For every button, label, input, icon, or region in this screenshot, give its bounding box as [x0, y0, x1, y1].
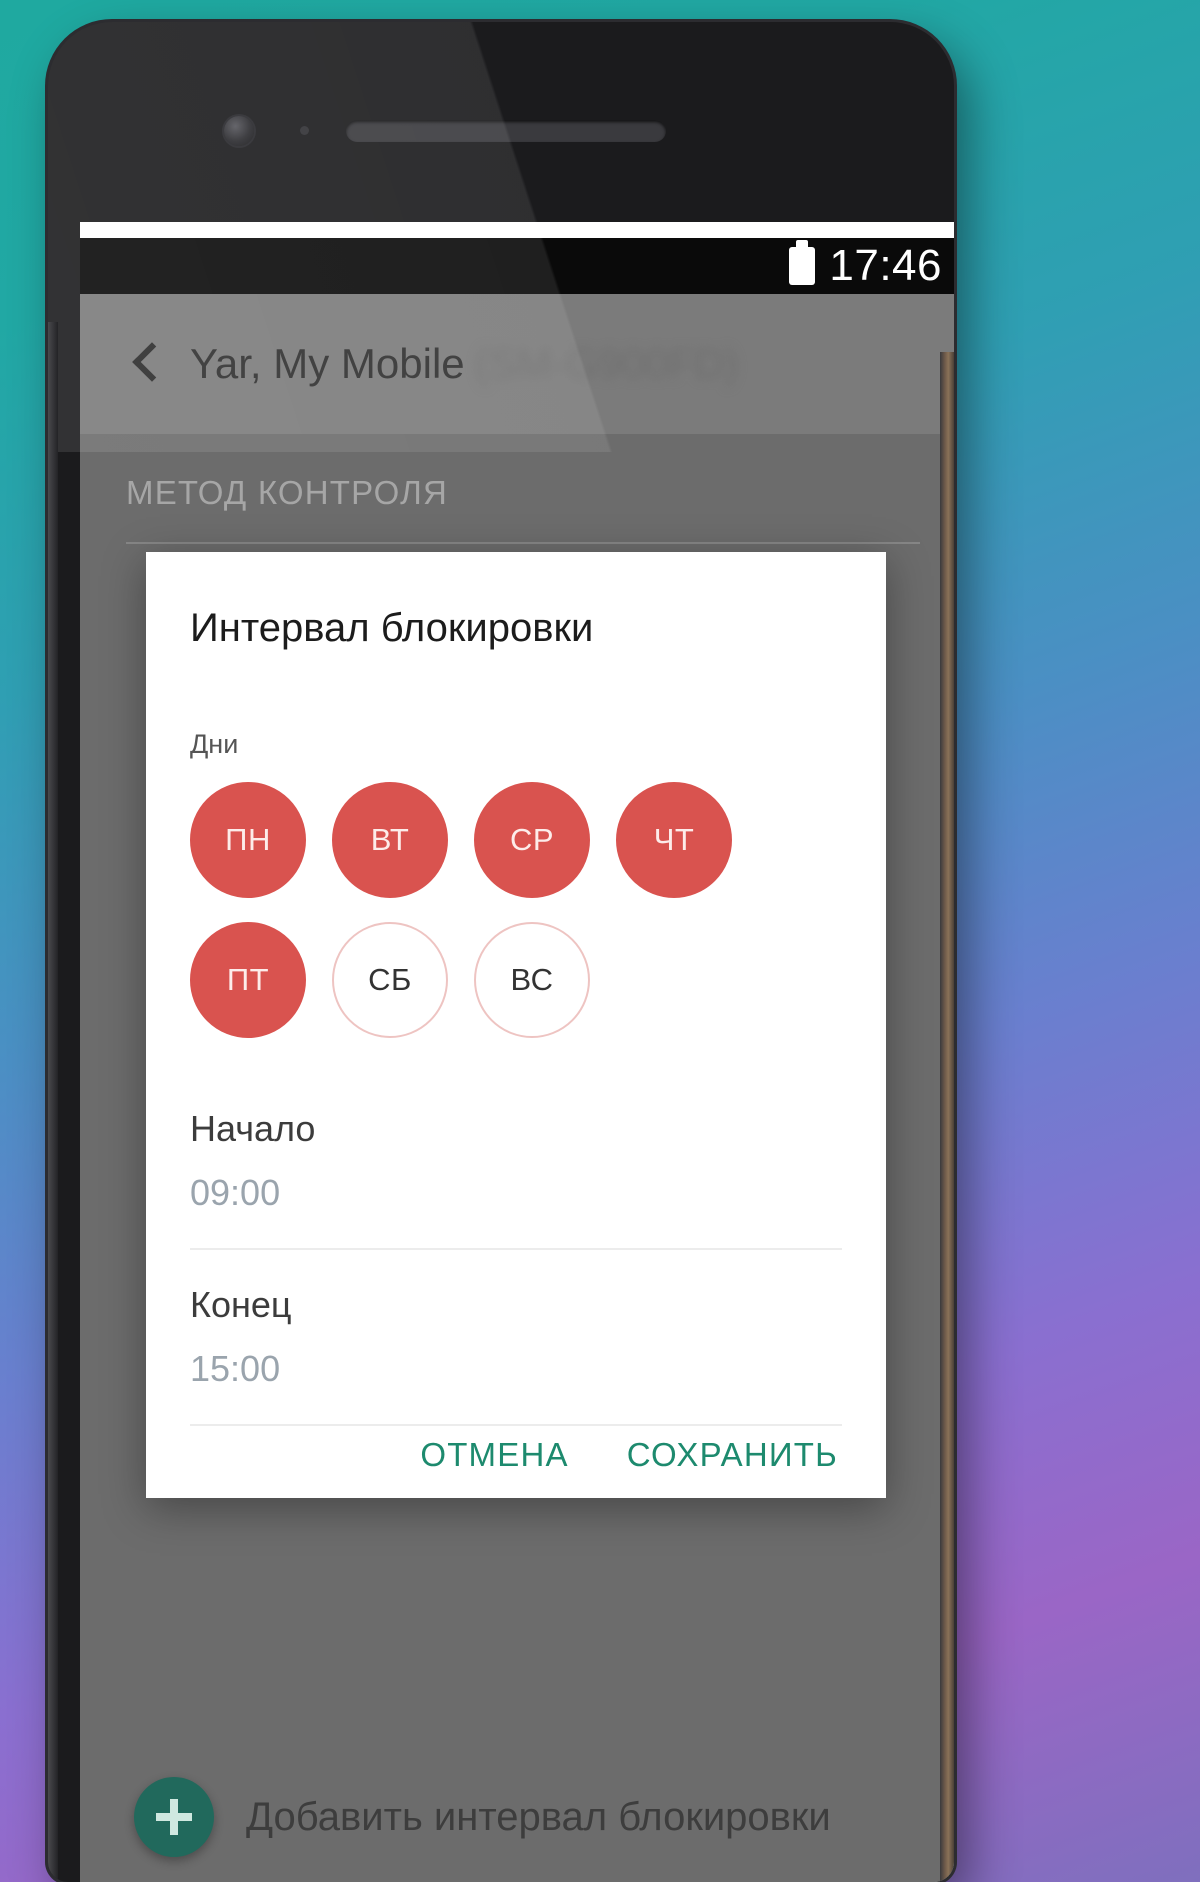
page-title: Yar, My Mobile (SM-G900FD)	[190, 340, 738, 388]
day-chip-wed[interactable]: СР	[474, 782, 590, 898]
cancel-button[interactable]: ОТМЕНА	[416, 1426, 572, 1484]
day-chip-sun[interactable]: ВС	[474, 922, 590, 1038]
phone-device: 17:46 Yar, My Mobile (SM-G900FD) МЕТОД КО…	[48, 22, 954, 1882]
dialog-actions: ОТМЕНА СОХРАНИТЬ	[146, 1426, 886, 1528]
end-time-field[interactable]: Конец 15:00	[146, 1250, 886, 1426]
phone-screen: 17:46 Yar, My Mobile (SM-G900FD) МЕТОД КО…	[80, 222, 954, 1882]
day-chip-tue[interactable]: ВТ	[332, 782, 448, 898]
day-chip-fri[interactable]: ПТ	[190, 922, 306, 1038]
blocking-interval-dialog: Интервал блокировки Дни ПН ВТ СР ЧТ ПТ С…	[146, 552, 886, 1498]
proximity-sensor-icon	[300, 126, 309, 135]
days-label: Дни	[190, 729, 239, 759]
add-interval-row[interactable]: Добавить интервал блокировки	[80, 1752, 954, 1882]
add-interval-label: Добавить интервал блокировки	[246, 1794, 831, 1839]
battery-full-icon	[789, 240, 816, 285]
status-bar: 17:46	[80, 238, 954, 294]
status-bar-clock: 17:46	[829, 241, 942, 290]
section-header-label: МЕТОД КОНТРОЛЯ	[126, 474, 449, 511]
phone-left-edge	[48, 322, 58, 1882]
section-header: МЕТОД КОНТРОЛЯ	[80, 434, 954, 564]
app-toolbar: Yar, My Mobile (SM-G900FD)	[80, 294, 954, 434]
day-chip-mon[interactable]: ПН	[190, 782, 306, 898]
plus-icon[interactable]	[134, 1777, 214, 1857]
page-title-text: Yar, My Mobile	[190, 340, 465, 387]
earpiece-speaker	[346, 120, 666, 142]
dialog-title: Интервал блокировки	[190, 606, 594, 650]
page-title-device-model: (SM-G900FD)	[474, 340, 739, 387]
day-selector: ПН ВТ СР ЧТ ПТ СБ ВС	[146, 760, 886, 1038]
day-chip-thu[interactable]: ЧТ	[616, 782, 732, 898]
start-time-label: Начало	[190, 1108, 316, 1149]
day-chip-sat[interactable]: СБ	[332, 922, 448, 1038]
back-chevron-icon[interactable]	[124, 342, 168, 386]
end-time-value[interactable]: 15:00	[190, 1326, 842, 1390]
start-time-value[interactable]: 09:00	[190, 1150, 842, 1214]
section-divider	[126, 542, 920, 544]
save-button[interactable]: СОХРАНИТЬ	[623, 1426, 842, 1484]
phone-right-edge	[940, 352, 954, 1882]
end-time-label: Конец	[190, 1284, 292, 1325]
front-camera-icon	[224, 116, 254, 146]
start-time-field[interactable]: Начало 09:00	[146, 1074, 886, 1250]
